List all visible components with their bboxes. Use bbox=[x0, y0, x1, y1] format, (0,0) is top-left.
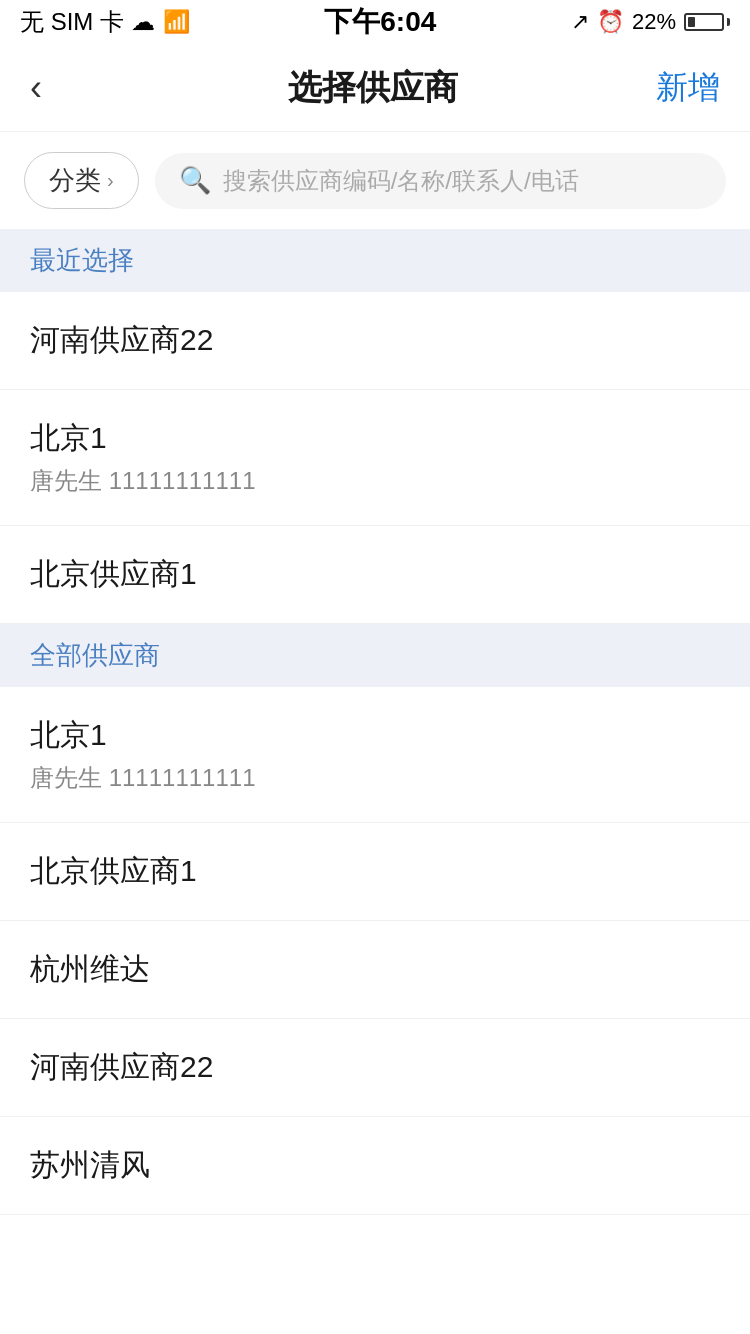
battery-percent: 22% bbox=[632, 9, 676, 35]
status-left: 无 SIM 卡 ☁ 📶 bbox=[20, 6, 190, 38]
item-name: 苏州清风 bbox=[30, 1145, 720, 1186]
item-name: 北京1 bbox=[30, 715, 720, 756]
category-label: 分类 bbox=[49, 163, 101, 198]
location-icon: ↗ bbox=[571, 9, 589, 35]
list-item[interactable]: 杭州维达 bbox=[0, 921, 750, 1019]
search-placeholder: 搜索供应商编码/名称/联系人/电话 bbox=[223, 165, 579, 197]
battery-icon bbox=[684, 13, 730, 31]
search-icon: 🔍 bbox=[179, 165, 211, 196]
chevron-right-icon: › bbox=[107, 169, 114, 192]
page-title: 选择供应商 bbox=[288, 65, 458, 111]
item-sub: 唐先生 11111111111 bbox=[30, 465, 720, 497]
no-sim-text: 无 SIM 卡 ☁ bbox=[20, 6, 155, 38]
filter-bar: 分类 › 🔍 搜索供应商编码/名称/联系人/电话 bbox=[0, 132, 750, 229]
status-right: ↗ ⏰ 22% bbox=[571, 9, 730, 35]
wifi-icon: 📶 bbox=[163, 9, 190, 35]
recent-section-header: 最近选择 bbox=[0, 229, 750, 292]
all-list: 北京1 唐先生 11111111111 北京供应商1 杭州维达河南供应商22 苏州清风 bbox=[0, 687, 750, 1215]
list-item[interactable]: 北京供应商1 bbox=[0, 526, 750, 624]
recent-list: 河南供应商22 北京1 唐先生 11111111111 北京供应商1 bbox=[0, 292, 750, 624]
list-item[interactable]: 河南供应商22 bbox=[0, 1019, 750, 1117]
item-sub: 唐先生 11111111111 bbox=[30, 762, 720, 794]
status-bar: 无 SIM 卡 ☁ 📶 下午6:04 ↗ ⏰ 22% bbox=[0, 0, 750, 44]
item-name: 杭州维达 bbox=[30, 949, 720, 990]
all-section-header: 全部供应商 bbox=[0, 624, 750, 687]
status-time: 下午6:04 bbox=[324, 3, 436, 41]
list-item[interactable]: 北京1 唐先生 11111111111 bbox=[0, 687, 750, 823]
nav-bar: ‹ 选择供应商 新增 bbox=[0, 44, 750, 132]
item-name: 河南供应商22 bbox=[30, 320, 720, 361]
list-item[interactable]: 北京供应商1 bbox=[0, 823, 750, 921]
add-button[interactable]: 新增 bbox=[656, 66, 720, 110]
item-name: 北京1 bbox=[30, 418, 720, 459]
list-item[interactable]: 北京1 唐先生 11111111111 bbox=[0, 390, 750, 526]
alarm-icon: ⏰ bbox=[597, 9, 624, 35]
search-box[interactable]: 🔍 搜索供应商编码/名称/联系人/电话 bbox=[155, 153, 726, 209]
list-item[interactable]: 苏州清风 bbox=[0, 1117, 750, 1215]
item-name: 河南供应商22 bbox=[30, 1047, 720, 1088]
back-button[interactable]: ‹ bbox=[30, 67, 90, 109]
list-item[interactable]: 河南供应商22 bbox=[0, 292, 750, 390]
item-name: 北京供应商1 bbox=[30, 554, 720, 595]
category-filter-button[interactable]: 分类 › bbox=[24, 152, 139, 209]
item-name: 北京供应商1 bbox=[30, 851, 720, 892]
